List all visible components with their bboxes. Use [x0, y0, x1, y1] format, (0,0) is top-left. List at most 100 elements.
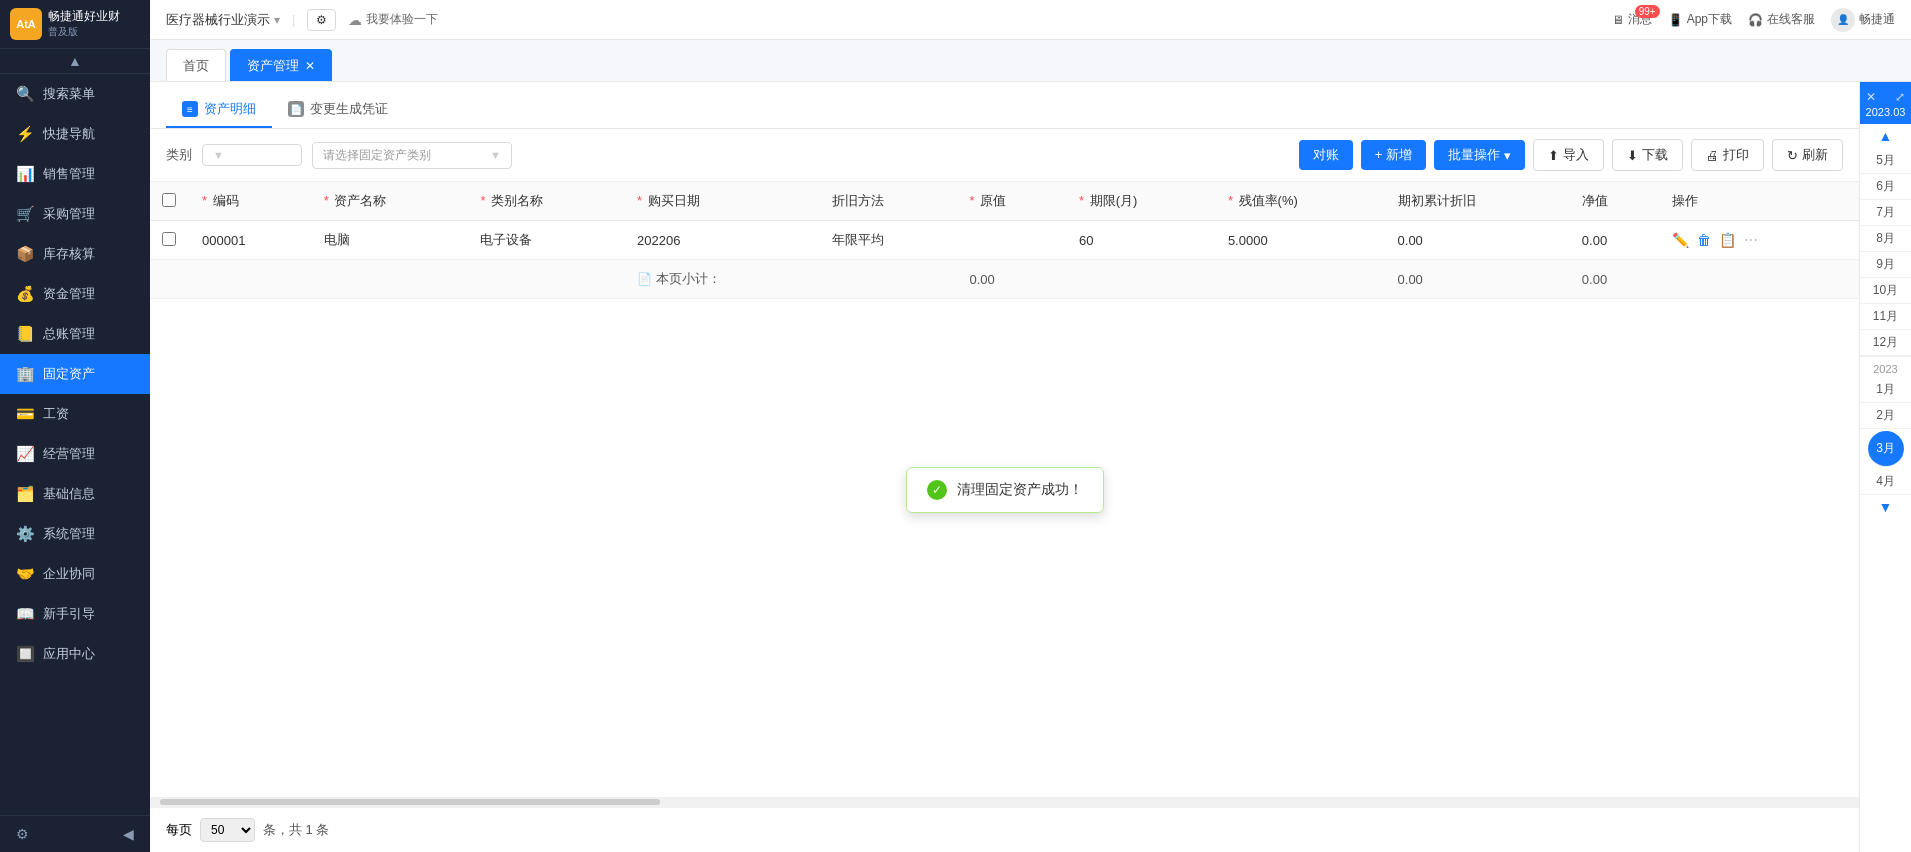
sidebar-item-enterprise[interactable]: 🤝 企业协同 [0, 554, 150, 594]
sub-tab-list[interactable]: ≡ 资产明细 [166, 92, 272, 128]
topbar-download-btn[interactable]: 📱 App下载 [1668, 11, 1732, 28]
import-icon: ⬆ [1548, 148, 1559, 163]
reconcile-button[interactable]: 对账 [1299, 140, 1353, 170]
cal-month-12[interactable]: 12月 [1860, 330, 1911, 356]
tab-close-icon[interactable]: ✕ [305, 59, 315, 73]
th-depreciation-method: 折旧方法 [820, 182, 957, 221]
cal-month-5[interactable]: 5月 [1860, 148, 1911, 174]
sidebar: AtA 畅捷通好业财 普及版 ▲ 🔍 搜索菜单 ⚡ 快捷导航 📊 销售管理 🛒 … [0, 0, 150, 852]
cell-period: 60 [1067, 221, 1216, 260]
sidebar-item-search[interactable]: 🔍 搜索菜单 [0, 74, 150, 114]
cal-month-10[interactable]: 10月 [1860, 278, 1911, 304]
cal-month-11[interactable]: 11月 [1860, 304, 1911, 330]
sidebar-item-sales[interactable]: 📊 销售管理 [0, 154, 150, 194]
calendar-nav-down[interactable]: ▼ [1860, 495, 1911, 519]
total-text: 条，共 1 条 [263, 821, 329, 839]
chevron-down-icon: ▾ [1504, 148, 1511, 163]
subtotal-net-value: 0.00 [1570, 260, 1660, 299]
calendar-header: ✕ ⤢ 2023.03 [1860, 82, 1911, 124]
sidebar-item-quicknav[interactable]: ⚡ 快捷导航 [0, 114, 150, 154]
per-page-select[interactable]: 50 10 20 100 [200, 818, 255, 842]
cell-net-value: 0.00 [1570, 221, 1660, 260]
row-checkbox[interactable] [162, 232, 176, 246]
dropdown-icon: ▼ [490, 149, 501, 161]
cal-month-7[interactable]: 7月 [1860, 200, 1911, 226]
sidebar-item-newbie[interactable]: 📖 新手引导 [0, 594, 150, 634]
cell-code: 000001 [190, 221, 312, 260]
sub-tab-voucher[interactable]: 📄 变更生成凭证 [272, 92, 404, 128]
per-page-label: 每页 [166, 821, 192, 839]
fixedasset-icon: 🏢 [16, 365, 35, 383]
sidebar-item-apps[interactable]: 🔲 应用中心 [0, 634, 150, 674]
notification-icon: 🖥 [1612, 13, 1624, 27]
th-original-value: * 原值 [957, 182, 1067, 221]
cal-month-1[interactable]: 1月 [1860, 377, 1911, 403]
filter-category-value[interactable]: 请选择固定资产类别 ▼ [312, 142, 512, 169]
batch-button[interactable]: 批量操作 ▾ [1434, 140, 1525, 170]
topbar-experience: ☁ 我要体验一下 [348, 11, 438, 28]
scrollbar-thumb[interactable] [160, 799, 660, 805]
copy-icon[interactable]: 📋 [1719, 232, 1736, 248]
new-button[interactable]: + 新增 [1361, 140, 1426, 170]
th-purchase-date: * 购买日期 [625, 182, 820, 221]
download-icon: 📱 [1668, 13, 1683, 27]
logo-text: 畅捷通好业财 [48, 9, 120, 25]
filter-category-label: 类别 [166, 146, 192, 164]
sidebar-item-fixedasset[interactable]: 🏢 固定资产 [0, 354, 150, 394]
filter-category-select[interactable]: ▼ [202, 144, 302, 166]
sidebar-item-ledger[interactable]: 📒 总账管理 [0, 314, 150, 354]
sidebar-settings-btn[interactable]: ⚙ [16, 826, 29, 842]
quicknav-icon: ⚡ [16, 125, 35, 143]
sidebar-item-system[interactable]: ⚙️ 系统管理 [0, 514, 150, 554]
calendar-nav-up[interactable]: ▲ [1860, 124, 1911, 148]
tabs-row: 首页 资产管理 ✕ [150, 40, 1911, 82]
asset-table: * 编码 * 资产名称 * 类别名称 [150, 182, 1859, 299]
cal-month-3[interactable]: 3月 [1868, 431, 1904, 467]
main-area: 医疗器械行业演示 ▾ | ⚙ ☁ 我要体验一下 🖥 消息 99+ 📱 App下载… [150, 0, 1911, 852]
tab-asset[interactable]: 资产管理 ✕ [230, 49, 332, 81]
sidebar-scroll: 🔍 搜索菜单 ⚡ 快捷导航 📊 销售管理 🛒 采购管理 📦 库存核算 💰 资金管… [0, 74, 150, 815]
calendar-expand-btn[interactable]: ⤢ [1893, 88, 1907, 106]
calendar-close-btn[interactable]: ✕ [1864, 88, 1878, 106]
sidebar-item-management[interactable]: 📈 经营管理 [0, 434, 150, 474]
edit-icon[interactable]: ✏️ [1672, 232, 1689, 248]
sidebar-item-inventory[interactable]: 📦 库存核算 [0, 234, 150, 274]
more-icon[interactable]: ⋯ [1744, 232, 1758, 248]
cal-month-9[interactable]: 9月 [1860, 252, 1911, 278]
subtotal-accumulated: 0.00 [1386, 260, 1570, 299]
topbar-service-btn[interactable]: 🎧 在线客服 [1748, 11, 1815, 28]
th-net-value: 净值 [1570, 182, 1660, 221]
check-icon: ✓ [927, 480, 947, 500]
logo-sub: 普及版 [48, 25, 120, 39]
sidebar-collapse-btn[interactable]: ◀ [123, 826, 134, 842]
topbar-settings-btn[interactable]: ⚙ [307, 9, 336, 31]
delete-icon[interactable]: 🗑 [1697, 232, 1711, 248]
topbar-user-btn[interactable]: 👤 畅捷通 [1831, 8, 1895, 32]
cell-name: 电脑 [312, 221, 469, 260]
download-button[interactable]: ⬇ 下载 [1612, 139, 1683, 171]
cal-month-4[interactable]: 4月 [1860, 469, 1911, 495]
table-row: 000001 电脑 电子设备 202206 年限平均 60 5.0000 0.0… [150, 221, 1859, 260]
horizontal-scrollbar[interactable] [150, 797, 1859, 807]
sidebar-item-salary[interactable]: 💳 工资 [0, 394, 150, 434]
refresh-button[interactable]: ↻ 刷新 [1772, 139, 1843, 171]
cal-month-2[interactable]: 2月 [1860, 403, 1911, 429]
sub-tabs: ≡ 资产明细 📄 变更生成凭证 [150, 82, 1859, 129]
cal-year-2023: 2023 [1860, 356, 1911, 377]
import-button[interactable]: ⬆ 导入 [1533, 139, 1604, 171]
cal-month-8[interactable]: 8月 [1860, 226, 1911, 252]
chevron-down-icon[interactable]: ▾ [274, 13, 280, 27]
th-accumulated: 期初累计折旧 [1386, 182, 1570, 221]
salary-icon: 💳 [16, 405, 35, 423]
sidebar-scroll-up[interactable]: ▲ [68, 53, 82, 69]
cal-month-6[interactable]: 6月 [1860, 174, 1911, 200]
toolbar-right: 对账 + 新增 批量操作 ▾ ⬆ 导入 ⬇ 下载 🖨 [1299, 139, 1843, 171]
select-all-checkbox[interactable] [162, 193, 176, 207]
tab-home[interactable]: 首页 [166, 49, 226, 81]
print-button[interactable]: 🖨 打印 [1691, 139, 1764, 171]
base-icon: 🗂️ [16, 485, 35, 503]
sidebar-item-purchase[interactable]: 🛒 采购管理 [0, 194, 150, 234]
topbar-notification-btn[interactable]: 🖥 消息 99+ [1612, 11, 1652, 28]
sidebar-item-finance[interactable]: 💰 资金管理 [0, 274, 150, 314]
sidebar-item-base[interactable]: 🗂️ 基础信息 [0, 474, 150, 514]
